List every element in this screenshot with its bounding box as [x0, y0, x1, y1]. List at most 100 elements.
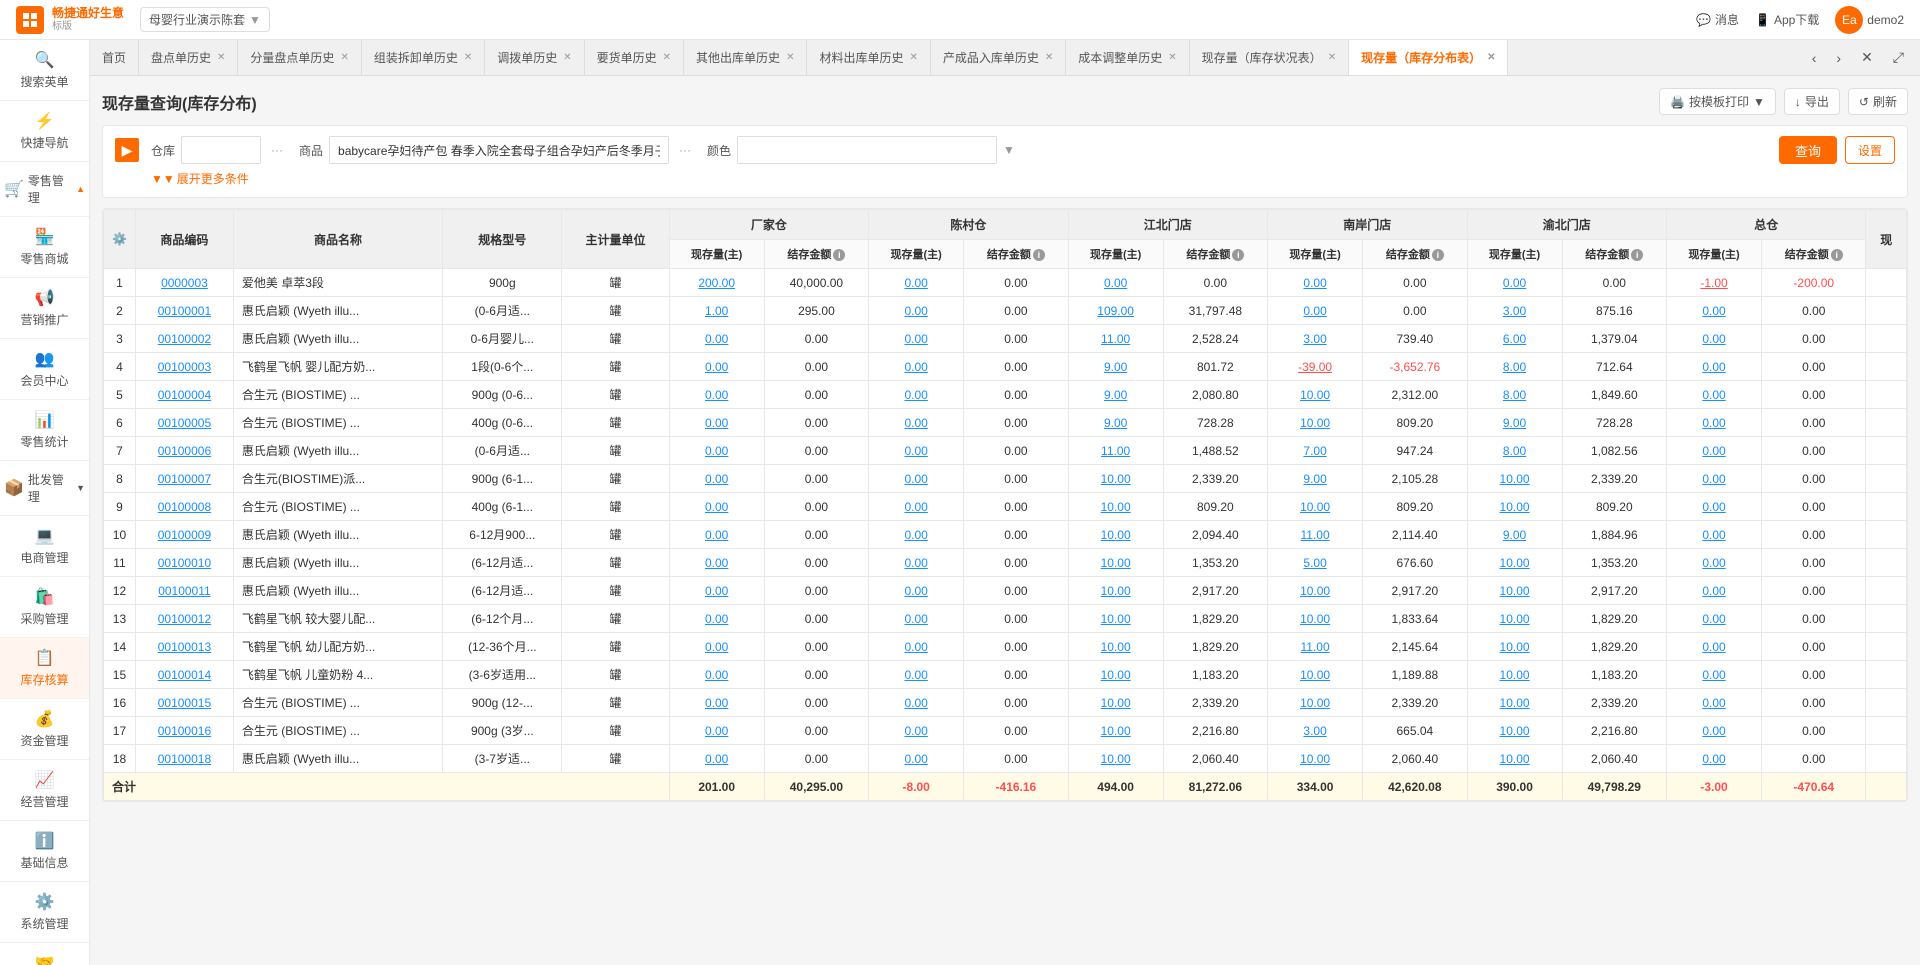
row-jiangbei-amt: 1,829.20	[1163, 633, 1267, 661]
sidebar-item-collab[interactable]: 🤝 企业协同	[0, 943, 89, 965]
total-amt-info[interactable]: i	[1831, 249, 1843, 261]
row-name: 飞鹤星飞帆 儿童奶粉 4...	[233, 661, 442, 689]
tab-9[interactable]: 成本调整单历史 ✕	[1066, 40, 1189, 76]
row-jiangbei-amt: 0.00	[1163, 269, 1267, 297]
tab-close-all-btn[interactable]: ✕	[1853, 49, 1881, 66]
product-dots[interactable]: ···	[675, 143, 695, 157]
sidebar-item-quicknav[interactable]: ⚡ 快捷导航	[0, 101, 89, 162]
sidebar-item-wholesale[interactable]: 📦 批发管理 ▼	[0, 461, 89, 516]
more-conditions-btn[interactable]: ▼▼ 展开更多条件	[151, 170, 1895, 187]
row-code: 00100009	[135, 521, 233, 549]
sidebar-item-info[interactable]: ℹ️ 基础信息	[0, 821, 89, 882]
row-yubei-amt: 2,339.20	[1562, 689, 1666, 717]
tab-2-close[interactable]: ✕	[340, 52, 348, 63]
row-jiangbei-amt: 2,060.40	[1163, 745, 1267, 773]
search-toggle-btn[interactable]: ▶	[115, 138, 139, 162]
tab-7-close[interactable]: ✕	[909, 52, 917, 63]
tab-5-close[interactable]: ✕	[663, 52, 671, 63]
tab-10[interactable]: 现存量（库存状况表） ✕	[1190, 40, 1349, 76]
row-jiangbei-amt: 2,528.24	[1163, 325, 1267, 353]
sidebar-purchase-label: 采购管理	[20, 610, 68, 627]
tab-3-close[interactable]: ✕	[464, 52, 472, 63]
refresh-btn[interactable]: ↺ 刷新	[1848, 88, 1908, 115]
tab-4-label: 调拨单历史	[497, 49, 557, 66]
row-name: 合生元(BIOSTIME)派...	[233, 465, 442, 493]
sidebar-item-retail[interactable]: 🛒 零售管理 ▲	[0, 162, 89, 217]
tab-4-close[interactable]: ✕	[563, 52, 571, 63]
table-row: 5 00100004 合生元 (BIOSTIME) ... 900g (0-6.…	[104, 381, 1907, 409]
row-no: 15	[104, 661, 136, 689]
tab-8[interactable]: 产成品入库单历史 ✕	[931, 40, 1066, 76]
sidebar-item-system[interactable]: ⚙️ 系统管理	[0, 882, 89, 943]
row-spec: (3-6岁适用...	[443, 661, 562, 689]
sidebar-item-operations[interactable]: 📈 经营管理	[0, 760, 89, 821]
tab-6[interactable]: 其他出库单历史 ✕	[684, 40, 807, 76]
tab-10-close[interactable]: ✕	[1328, 52, 1336, 63]
sidebar-item-search[interactable]: 🔍 搜索英单	[0, 40, 89, 101]
product-input[interactable]	[329, 136, 669, 164]
row-jiangbei-amt: 2,339.20	[1163, 465, 1267, 493]
app-download-btn[interactable]: 📱 App下载	[1755, 11, 1819, 28]
row-chencun-amt: 0.00	[964, 381, 1068, 409]
tab-next-btn[interactable]: ›	[1828, 50, 1849, 66]
row-factory-qty: 0.00	[669, 661, 764, 689]
tab-9-close[interactable]: ✕	[1168, 52, 1176, 63]
factory-amt-info[interactable]: i	[833, 249, 845, 261]
row-nanan-amt: 809.20	[1363, 493, 1467, 521]
tab-home[interactable]: 首页	[90, 40, 139, 76]
row-chencun-amt: 0.00	[964, 577, 1068, 605]
row-name: 惠氏启颖 (Wyeth illu...	[233, 577, 442, 605]
th-settings[interactable]: ⚙️	[104, 210, 136, 269]
tab-expand-btn[interactable]: ⤢	[1885, 49, 1912, 66]
row-no: 8	[104, 465, 136, 493]
settings-btn[interactable]: 设置	[1845, 136, 1895, 164]
tab-8-label: 产成品入库单历史	[943, 49, 1039, 66]
sidebar-item-marketing[interactable]: 📢 营销推广	[0, 278, 89, 339]
row-jiangbei-qty: 10.00	[1068, 465, 1163, 493]
color-input[interactable]	[737, 136, 997, 164]
row-factory-amt: 0.00	[764, 521, 868, 549]
message-btn[interactable]: 💬 消息	[1696, 11, 1739, 28]
tab-1-close[interactable]: ✕	[217, 52, 225, 63]
row-factory-amt: 0.00	[764, 549, 868, 577]
tab-8-close[interactable]: ✕	[1045, 52, 1053, 63]
nanan-amt-info[interactable]: i	[1432, 249, 1444, 261]
sidebar-item-purchase[interactable]: 🛍️ 采购管理	[0, 577, 89, 638]
sidebar-item-member[interactable]: 👥 会员中心	[0, 339, 89, 400]
tab-6-close[interactable]: ✕	[786, 52, 794, 63]
tab-5[interactable]: 要货单历史 ✕	[585, 40, 684, 76]
tab-3[interactable]: 组装拆卸单历史 ✕	[362, 40, 485, 76]
warehouse-dots[interactable]: ···	[267, 143, 287, 157]
jiangbei-amt-info[interactable]: i	[1232, 249, 1244, 261]
row-chencun-amt: 0.00	[964, 549, 1068, 577]
sidebar-item-mall[interactable]: 🏪 零售商城	[0, 217, 89, 278]
row-factory-amt: 0.00	[764, 437, 868, 465]
row-total-qty: 0.00	[1666, 493, 1761, 521]
tab-11-close[interactable]: ✕	[1487, 52, 1495, 63]
export-btn[interactable]: ↓ 导出	[1784, 88, 1840, 115]
th-chencun-amt: 结存金额i	[964, 240, 1068, 269]
sidebar-item-finance[interactable]: 💰 资金管理	[0, 699, 89, 760]
sidebar-item-ecommerce[interactable]: 💻 电商管理	[0, 516, 89, 577]
tab-7[interactable]: 材料出库单历史 ✕	[807, 40, 930, 76]
color-dropdown[interactable]: ▼	[1003, 143, 1015, 157]
tab-2[interactable]: 分量盘点单历史 ✕	[238, 40, 361, 76]
yubei-amt-info[interactable]: i	[1631, 249, 1643, 261]
query-btn[interactable]: 查询	[1779, 136, 1837, 164]
org-dropdown[interactable]: 母婴行业演示陈套 ▼	[140, 7, 270, 32]
row-no: 5	[104, 381, 136, 409]
user-area[interactable]: Ea demo2	[1835, 6, 1904, 34]
tab-11[interactable]: 现存量（库存分布表） ✕	[1349, 40, 1508, 76]
th-code: 商品编码	[135, 210, 233, 269]
chencun-amt-info[interactable]: i	[1033, 249, 1045, 261]
org-name: 母婴行业演示陈套	[149, 11, 245, 28]
tab-prev-btn[interactable]: ‹	[1804, 50, 1825, 66]
sidebar-item-inventory[interactable]: 📋 库存核算	[0, 638, 89, 699]
warehouse-input[interactable]	[181, 136, 261, 164]
tab-1[interactable]: 盘点单历史 ✕	[139, 40, 238, 76]
tab-4[interactable]: 调拨单历史 ✕	[485, 40, 584, 76]
print-btn[interactable]: 🖨️ 按模板打印 ▼	[1659, 88, 1776, 115]
row-code: 00100003	[135, 353, 233, 381]
footer-row: 合计 201.00 40,295.00 -8.00 -416.16 494.00…	[104, 773, 1907, 801]
sidebar-item-retail-stats[interactable]: 📊 零售统计	[0, 400, 89, 461]
